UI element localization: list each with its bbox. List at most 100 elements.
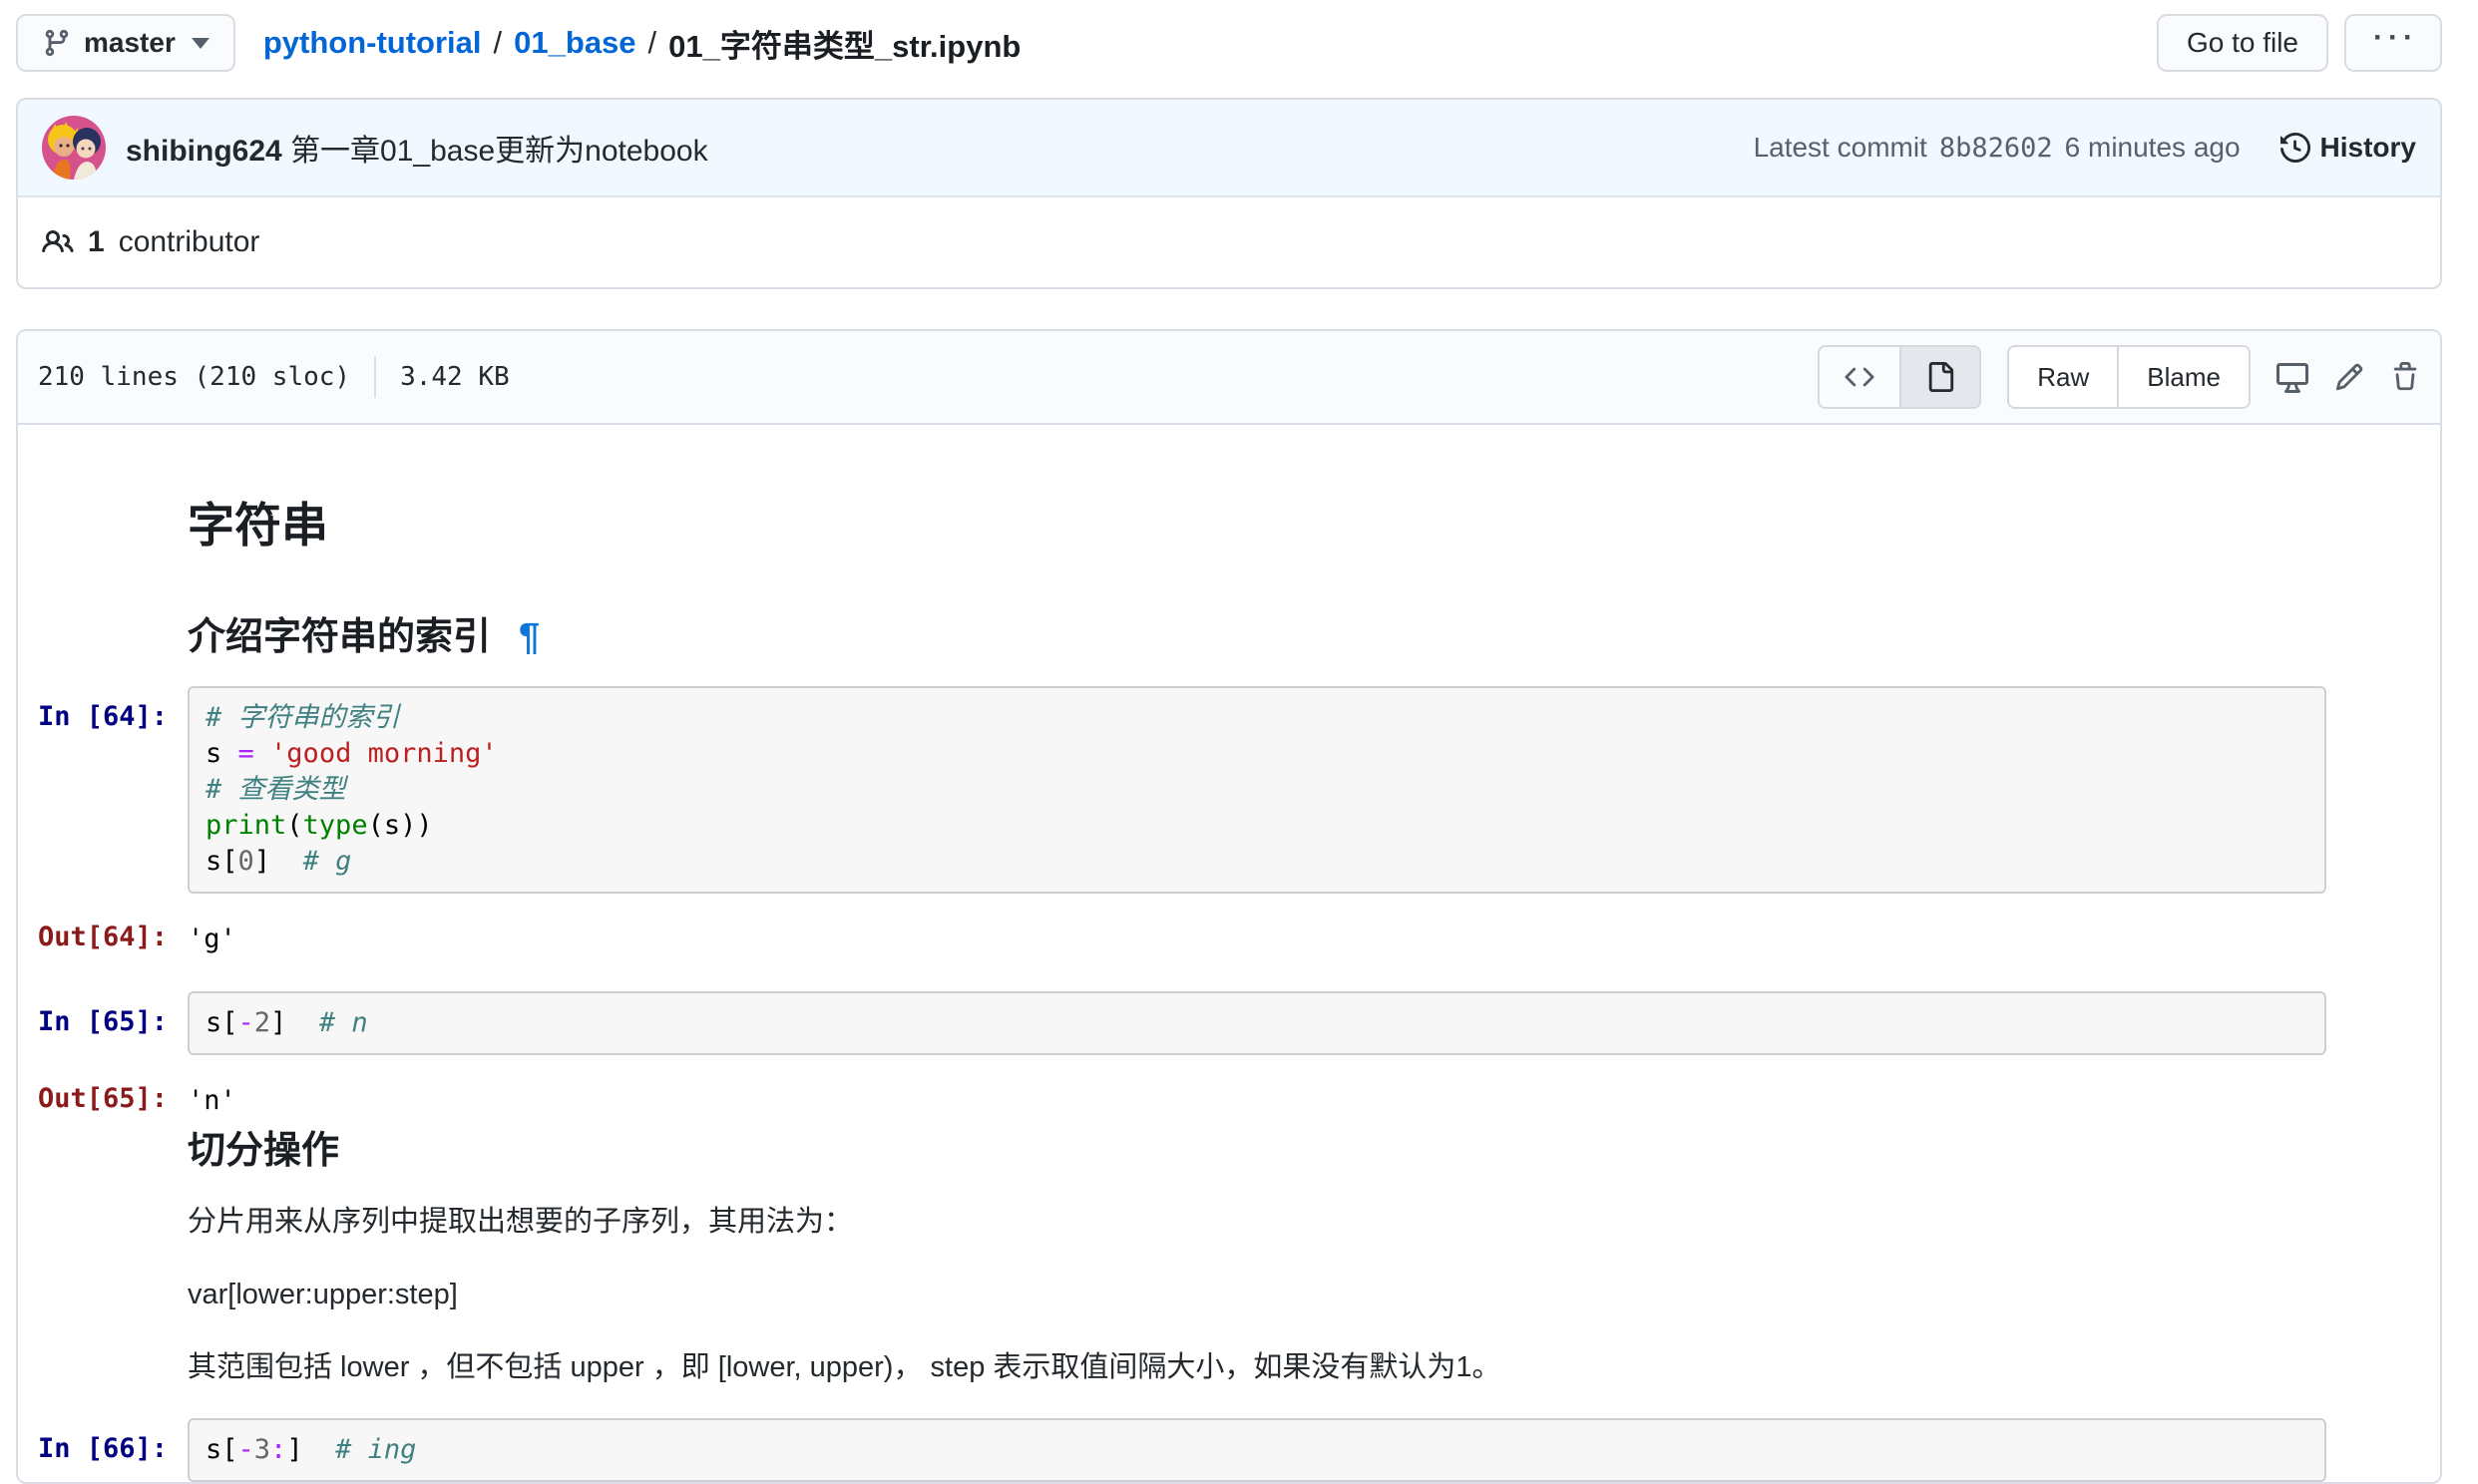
commit-author-link[interactable]: shibing624: [126, 135, 282, 168]
breadcrumb-separator: /: [648, 25, 657, 61]
code-input-row: In [66]:s[-3:] # ing: [38, 1418, 2326, 1482]
breadcrumb-dir-link[interactable]: 01_base: [514, 25, 635, 61]
output-value: 'n': [188, 1081, 236, 1119]
breadcrumb-repo-link[interactable]: python-tutorial: [263, 25, 482, 61]
edit-file-button[interactable]: [2334, 362, 2364, 392]
code-input-area: # 字符串的索引 s = 'good morning' # 查看类型 print…: [188, 686, 2326, 894]
notebook-heading: 字符串: [188, 487, 2326, 556]
view-mode-toggle: [1818, 345, 1981, 409]
code-token: print: [206, 810, 286, 841]
history-label: History: [2320, 132, 2416, 164]
code-token: [254, 738, 270, 769]
code-token: 0: [238, 846, 254, 877]
divider: [374, 356, 376, 398]
code-token: # n: [319, 1007, 368, 1038]
raw-button[interactable]: Raw: [2009, 347, 2117, 407]
topbar-actions: Go to file ···: [2157, 14, 2442, 72]
code-input-row: In [65]: s[-2] # n: [38, 991, 2326, 1055]
git-branch-icon: [42, 28, 72, 58]
output-prompt: Out[64]:: [38, 920, 188, 952]
file-content-box: 210 lines (210 sloc) 3.42 KB Raw Blame: [16, 329, 2442, 1484]
rendered-view-button[interactable]: [1899, 347, 1979, 407]
history-link[interactable]: History: [2280, 132, 2416, 164]
markdown-cell: var[lower:upper:step]: [188, 1273, 2326, 1317]
branch-selector-button[interactable]: master: [16, 14, 235, 72]
people-icon: [42, 226, 74, 258]
commit-title-link[interactable]: 第一章01_base更新为notebook: [290, 135, 708, 168]
code-token: :: [270, 1434, 286, 1465]
code-block: # 字符串的索引 s = 'good morning' # 查看类型 print…: [206, 700, 2308, 880]
code-token: s[: [206, 1007, 238, 1038]
delete-file-button[interactable]: [2390, 362, 2420, 392]
markdown-cell: 分片用来从序列中提取出想要的子序列，其用法为：: [188, 1200, 2326, 1245]
code-token: ]: [254, 846, 303, 877]
code-token: type: [303, 810, 368, 841]
markdown-cell: 切分操作: [188, 1119, 2326, 1174]
code-token: 3: [254, 1434, 270, 1465]
code-token: (s)): [368, 810, 433, 841]
notebook-rendered-content: 字符串介绍字符串的索引¶ In [64]:# 字符串的索引 s = 'good m…: [18, 425, 2440, 1482]
markdown-cell: 介绍字符串的索引¶: [188, 605, 2326, 660]
heading-anchor-link[interactable]: ¶: [519, 616, 540, 658]
code-cell: In [65]: s[-2] # n Out[65]:'n': [38, 991, 2326, 1119]
code-token: # g: [303, 846, 352, 877]
code-token: (: [286, 810, 302, 841]
open-in-desktop-button[interactable]: [2276, 361, 2308, 393]
file-header-bar: 210 lines (210 sloc) 3.42 KB Raw Blame: [18, 331, 2440, 425]
code-token: # ing: [335, 1434, 416, 1465]
code-token: 2: [254, 1007, 270, 1038]
commit-meta: Latest commit 8b82602 6 minutes ago Hist…: [1754, 132, 2416, 164]
code-input-row: In [64]:# 字符串的索引 s = 'good morning' # 查看…: [38, 686, 2326, 894]
contributor-label: contributor: [119, 225, 260, 259]
code-token: -: [238, 1007, 254, 1038]
code-token: ]: [286, 1434, 335, 1465]
pencil-icon: [2334, 362, 2364, 392]
code-token: # 字符串的索引: [206, 702, 400, 733]
notebook-paragraph: 分片用来从序列中提取出想要的子序列，其用法为：: [188, 1200, 2326, 1245]
input-prompt: In [65]:: [38, 991, 188, 1037]
breadcrumb-separator: /: [494, 25, 503, 61]
commit-message: shibing624 第一章01_base更新为notebook: [126, 126, 708, 170]
blame-button[interactable]: Blame: [2117, 347, 2249, 407]
chevron-down-icon: [192, 38, 209, 49]
go-to-file-button[interactable]: Go to file: [2157, 14, 2328, 72]
code-token: s[: [206, 846, 238, 877]
desktop-icon: [2276, 361, 2308, 393]
file-controls: Raw Blame: [1818, 345, 2420, 409]
raw-blame-group: Raw Blame: [2007, 345, 2251, 409]
latest-commit-bar: shibing624 第一章01_base更新为notebook Latest …: [18, 100, 2440, 197]
trash-icon: [2390, 362, 2420, 392]
notebook-paragraph: var[lower:upper:step]: [188, 1273, 2326, 1317]
code-input-area: s[-3:] # ing: [188, 1418, 2326, 1482]
contributors-row[interactable]: 1 contributor: [18, 197, 2440, 287]
commit-sha-link[interactable]: 8b82602: [1939, 133, 2053, 164]
code-token: s[: [206, 1434, 238, 1465]
latest-commit-label: Latest commit: [1754, 132, 1927, 164]
breadcrumb-file-name: 01_字符串类型_str.ipynb: [668, 21, 1021, 66]
commit-author-avatar[interactable]: [42, 116, 106, 180]
file-icon: [1925, 362, 1955, 392]
file-lines-info: 210 lines (210 sloc): [38, 362, 350, 392]
file-size: 3.42 KB: [400, 362, 510, 392]
code-input-area: s[-2] # n: [188, 991, 2326, 1055]
source-view-button[interactable]: [1820, 347, 1899, 407]
notebook-heading: 介绍字符串的索引¶: [188, 605, 2326, 660]
code-token: 'good morning': [270, 738, 498, 769]
code-icon: [1845, 362, 1874, 392]
contributor-count: 1: [88, 225, 105, 259]
code-token: s: [206, 738, 238, 769]
output-value: 'g': [188, 920, 236, 957]
output-prompt: Out[65]:: [38, 1081, 188, 1114]
avatar-image: [42, 116, 106, 180]
breadcrumb: python-tutorial / 01_base / 01_字符串类型_str…: [263, 21, 1021, 66]
code-token: # 查看类型: [206, 774, 346, 805]
code-cell: In [64]:# 字符串的索引 s = 'good morning' # 查看…: [38, 686, 2326, 957]
code-token: -: [238, 1434, 254, 1465]
file-info: 210 lines (210 sloc) 3.42 KB: [38, 356, 510, 398]
commit-time-ago: 6 minutes ago: [2065, 132, 2241, 164]
code-block: s[-2] # n: [206, 1005, 2308, 1041]
notebook-heading: 切分操作: [188, 1119, 2326, 1174]
markdown-cell: 其范围包括 lower ，但不包括 upper ，即 [lower, upper…: [188, 1345, 2326, 1390]
more-options-button[interactable]: ···: [2344, 14, 2442, 72]
commit-summary-box: shibing624 第一章01_base更新为notebook Latest …: [16, 98, 2442, 289]
